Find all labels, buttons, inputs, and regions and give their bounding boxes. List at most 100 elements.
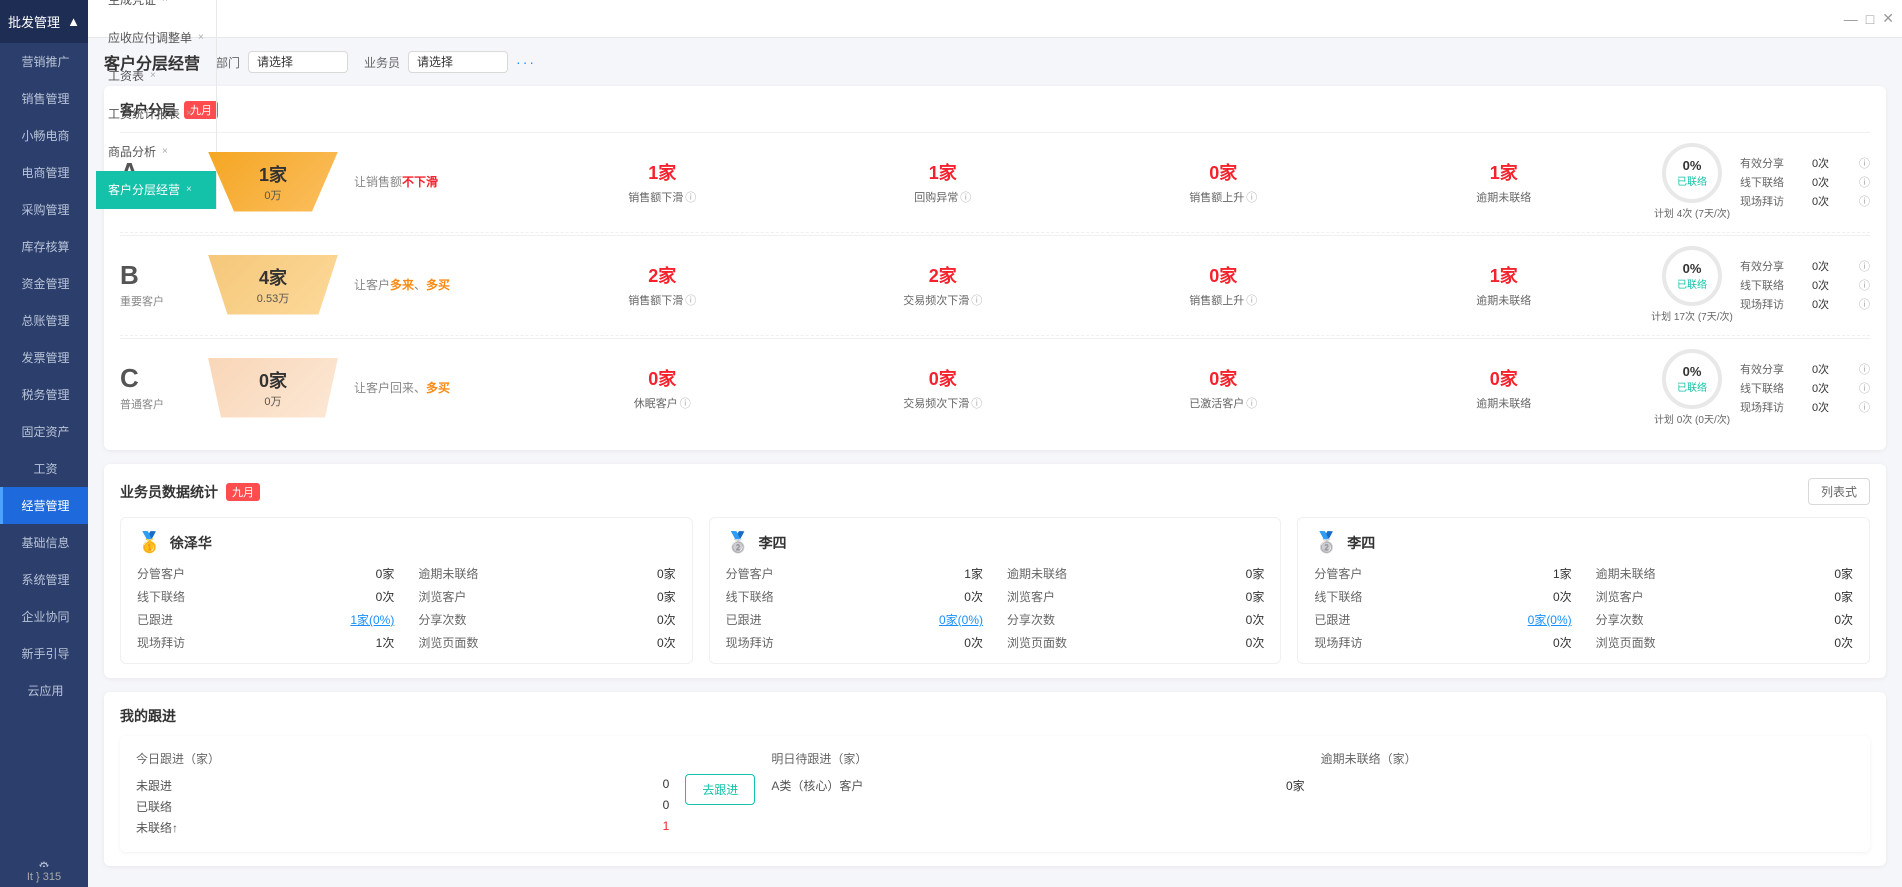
list-view-button[interactable]: 列表式 xyxy=(1808,478,1870,505)
stat-item-B-2: 0家销售额上升ⓘ xyxy=(1083,262,1364,308)
tab-close-客户分层经营[interactable]: × xyxy=(186,184,192,195)
sidebar-item-总账管理[interactable]: 总账管理 xyxy=(0,302,88,339)
sp-stat-label-2-right-1: 浏览客户 xyxy=(1596,588,1644,605)
sp-stat-left-0-0: 分管客户0家 xyxy=(137,565,394,582)
right-stat-val-B-1: 0次 xyxy=(1812,277,1829,293)
sp-stat-label-1-right-1: 浏览客户 xyxy=(1007,588,1055,605)
sidebar-item-销售管理[interactable]: 销售管理 xyxy=(0,80,88,117)
right-stat-info-icon-A-0[interactable]: ⓘ xyxy=(1859,155,1870,171)
sp-stat-val-2-left-2[interactable]: 0家(0%) xyxy=(1528,611,1572,628)
today-row-val-0: 0 xyxy=(663,777,670,794)
tab-close-应收应付调整单[interactable]: × xyxy=(198,32,204,43)
sp-stat-val-0-left-2[interactable]: 1家(0%) xyxy=(350,611,394,628)
sidebar-item-基础信息[interactable]: 基础信息 xyxy=(0,524,88,561)
sidebar-item-小畅电商[interactable]: 小畅电商 xyxy=(0,117,88,154)
info-icon[interactable]: ⓘ xyxy=(685,189,696,205)
sp-header-1: 🥈李四 xyxy=(726,530,1265,555)
sidebar-item-云应用[interactable]: 云应用 xyxy=(0,672,88,709)
info-icon[interactable]: ⓘ xyxy=(1246,189,1257,205)
window-minimize-icon[interactable]: — xyxy=(1844,11,1858,27)
customer-tier-header: 客户分层 九月 xyxy=(120,100,1870,120)
right-stat-label-A-2: 现场拜访 xyxy=(1740,193,1784,209)
info-icon[interactable]: ⓘ xyxy=(685,292,696,308)
info-icon[interactable]: ⓘ xyxy=(680,395,691,411)
tab-生成凭证[interactable]: 生成凭证× xyxy=(96,0,217,19)
dept-select[interactable]: 请选择 xyxy=(248,51,348,73)
tier-letter-B: B xyxy=(120,260,139,291)
sp-name-2: 李四 xyxy=(1347,533,1375,553)
sidebar-item-经营管理[interactable]: 经营管理 xyxy=(0,487,88,524)
tab-商品分析[interactable]: 商品分析× xyxy=(96,133,217,171)
tab-客户分层经营[interactable]: 客户分层经营× xyxy=(96,171,217,209)
sidebar-collapse-icon[interactable]: ▲ xyxy=(67,14,80,29)
sp-stat-val-0-right-3: 0次 xyxy=(657,634,676,651)
tabbar-actions[interactable]: — □ ✕ xyxy=(1844,10,1894,27)
sidebar-item-新手引导[interactable]: 新手引导 xyxy=(0,635,88,672)
sp-stat-val-1-right-1: 0家 xyxy=(1246,588,1265,605)
info-icon[interactable]: ⓘ xyxy=(1246,292,1257,308)
sidebar-header[interactable]: 批发管理 ▲ xyxy=(0,0,88,43)
stat-item-B-1: 2家交易频次下滑ⓘ xyxy=(803,262,1084,308)
sidebar-item-资金管理[interactable]: 资金管理 xyxy=(0,265,88,302)
right-stat-info-icon-B-1[interactable]: ⓘ xyxy=(1859,277,1870,293)
sidebar-item-电商管理[interactable]: 电商管理 xyxy=(0,154,88,191)
tab-工资表[interactable]: 工资表× xyxy=(96,57,217,95)
sidebar-item-营销推广[interactable]: 营销推广 xyxy=(0,43,88,80)
sidebar-item-固定资产[interactable]: 固定资产 xyxy=(0,413,88,450)
circle-sub-A: 计划 4次 (7天/次) xyxy=(1654,205,1730,220)
sidebar-item-发票管理[interactable]: 发票管理 xyxy=(0,339,88,376)
stat-count-A-2: 0家 xyxy=(1209,159,1237,185)
more-filters-icon[interactable]: ··· xyxy=(516,54,536,70)
sidebar-item-企业协同[interactable]: 企业协同 xyxy=(0,598,88,635)
go-follow-button[interactable]: 去跟进 xyxy=(685,774,755,805)
tab-应收应付调整单[interactable]: 应收应付调整单× xyxy=(96,19,217,57)
right-stat-label-C-2: 现场拜访 xyxy=(1740,399,1784,415)
right-stat-val-B-2: 0次 xyxy=(1812,296,1829,312)
dept-filter-group: 部门 请选择 xyxy=(216,51,348,73)
sidebar-item-工资[interactable]: 工资 xyxy=(0,450,88,487)
right-stat-B-0: 有效分享0次ⓘ xyxy=(1740,258,1870,274)
stat-label-C-0: 休眠客户ⓘ xyxy=(634,395,691,411)
tab-close-工资表[interactable]: × xyxy=(150,70,156,81)
right-stat-info-icon-C-1[interactable]: ⓘ xyxy=(1859,380,1870,396)
staff-select[interactable]: 请选择 xyxy=(408,51,508,73)
tab-close-商品分析[interactable]: × xyxy=(162,146,168,157)
window-restore-icon[interactable]: □ xyxy=(1866,11,1874,27)
sp-name-0: 徐泽华 xyxy=(170,533,212,553)
sp-stat-label-2-left-2: 已跟进 xyxy=(1314,611,1350,628)
sp-stat-label-0-left-3: 现场拜访 xyxy=(137,634,185,651)
info-icon[interactable]: ⓘ xyxy=(971,395,982,411)
right-stat-info-icon-C-2[interactable]: ⓘ xyxy=(1859,399,1870,415)
sp-stats-1: 分管客户1家线下联络0次已跟进0家(0%)现场拜访0次逾期未联络0家浏览客户0家… xyxy=(726,565,1265,651)
tab-close-生成凭证[interactable]: × xyxy=(162,0,168,5)
tier-name-C: 普通客户 xyxy=(120,396,164,412)
info-icon[interactable]: ⓘ xyxy=(960,189,971,205)
sidebar-item-系统管理[interactable]: 系统管理 xyxy=(0,561,88,598)
tier-label-C: C普通客户 xyxy=(120,363,200,412)
stat-count-C-1: 0家 xyxy=(929,365,957,391)
window-close-icon[interactable]: ✕ xyxy=(1882,10,1894,27)
tier-circle-A: 0%已联络计划 4次 (7天/次) xyxy=(1652,143,1732,220)
sp-stat-right-1-3: 浏览页面数0次 xyxy=(1007,634,1264,651)
right-stat-A-1: 线下联络0次ⓘ xyxy=(1740,174,1870,190)
stat-item-B-0: 2家销售额下滑ⓘ xyxy=(522,262,803,308)
tier-row-B: B重要客户4家0.53万让客户多来、多买2家销售额下滑ⓘ2家交易频次下滑ⓘ0家销… xyxy=(120,235,1870,333)
sidebar-item-采购管理[interactable]: 采购管理 xyxy=(0,191,88,228)
sidebar-item-库存核算[interactable]: 库存核算 xyxy=(0,228,88,265)
tab-工资统计报表[interactable]: 工资统计报表× xyxy=(96,95,217,133)
right-stat-info-icon-B-0[interactable]: ⓘ xyxy=(1859,258,1870,274)
right-stat-val-A-1: 0次 xyxy=(1812,174,1829,190)
tab-close-工资统计报表[interactable]: × xyxy=(186,108,192,119)
tomorrow-row-label-0: A类（核心）客户 xyxy=(771,777,863,794)
sp-stat-val-1-left-2[interactable]: 0家(0%) xyxy=(939,611,983,628)
right-stat-info-icon-A-2[interactable]: ⓘ xyxy=(1859,193,1870,209)
tier-right-stats-B: 有效分享0次ⓘ线下联络0次ⓘ现场拜访0次ⓘ xyxy=(1740,258,1870,312)
circle-label-A: 已联络 xyxy=(1677,173,1707,188)
right-stat-info-icon-C-0[interactable]: ⓘ xyxy=(1859,361,1870,377)
info-icon[interactable]: ⓘ xyxy=(1246,395,1257,411)
right-stat-info-icon-B-2[interactable]: ⓘ xyxy=(1859,296,1870,312)
sidebar-item-税务管理[interactable]: 税务管理 xyxy=(0,376,88,413)
tier-stats-B: 2家销售额下滑ⓘ2家交易频次下滑ⓘ0家销售额上升ⓘ1家逾期未联络 xyxy=(522,262,1644,308)
info-icon[interactable]: ⓘ xyxy=(971,292,982,308)
right-stat-info-icon-A-1[interactable]: ⓘ xyxy=(1859,174,1870,190)
